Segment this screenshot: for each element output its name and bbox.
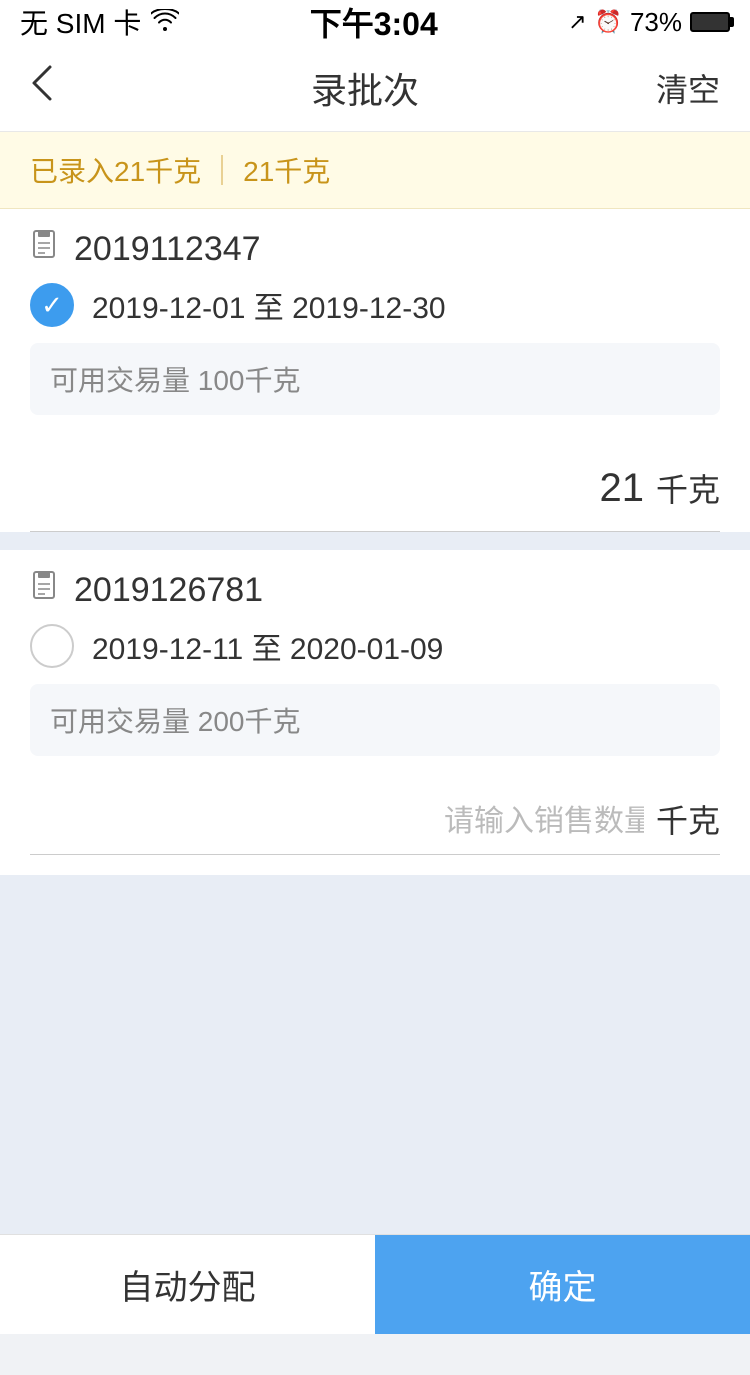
batch-1-quantity-box: 可用交易量 100千克	[30, 343, 720, 415]
battery-icon	[690, 12, 730, 32]
section-divider	[0, 532, 750, 550]
batch-1-doc-icon	[30, 229, 62, 269]
batch-1-date: 2019-12-01 至 2019-12-30	[92, 283, 446, 327]
input-row-2[interactable]: 千克	[30, 796, 720, 855]
time-display: 下午3:04	[310, 0, 438, 45]
batch-2-available-qty: 可用交易量 200千克	[50, 706, 301, 737]
info-banner: 已录入21千克 21千克	[0, 132, 750, 209]
banner-divider	[221, 155, 223, 185]
wifi-icon	[151, 6, 179, 38]
batch-2-id: 2019126781	[74, 571, 263, 610]
alarm-icon: ⏰	[595, 9, 622, 35]
total-amount-value: 21千克	[243, 150, 330, 190]
location-icon: ↗	[568, 9, 586, 35]
sales-quantity-input[interactable]	[444, 798, 644, 840]
batch-2-radio[interactable]	[30, 624, 74, 668]
status-left: 无 SIM 卡	[20, 2, 179, 42]
batch-item-1: 2019112347 ✓ 2019-12-01 至 2019-12-30 可用交…	[0, 209, 750, 532]
auto-distribute-button[interactable]: 自动分配	[0, 1235, 375, 1334]
batch-1-date-row[interactable]: ✓ 2019-12-01 至 2019-12-30	[30, 283, 720, 327]
batch-1-radio[interactable]: ✓	[30, 283, 74, 327]
amount-row-1: 21 千克	[30, 445, 720, 532]
batch-1-header: 2019112347	[30, 229, 720, 269]
batch-1-amount-unit: 千克	[656, 465, 720, 511]
check-icon: ✓	[41, 292, 63, 318]
confirm-label: 确定	[529, 1260, 597, 1309]
batch-2-quantity-box: 可用交易量 200千克	[30, 684, 720, 756]
empty-area	[0, 875, 750, 1275]
batch-item-2: 2019126781 2019-12-11 至 2020-01-09 可用交易量…	[0, 550, 750, 875]
batch-1-available-qty: 可用交易量 100千克	[50, 365, 301, 396]
batch-2-date: 2019-12-11 至 2020-01-09	[92, 624, 443, 668]
batch-1-amount-value: 21	[599, 466, 644, 511]
nav-bar: 录批次 清空	[0, 44, 750, 132]
back-button[interactable]	[30, 63, 90, 113]
carrier-text: 无 SIM 卡	[20, 2, 141, 42]
recorded-amount-label: 已录入21千克	[30, 150, 201, 190]
bottom-bar: 自动分配 确定	[0, 1234, 750, 1334]
amount-row-1-wrapper: 21 千克	[0, 445, 750, 532]
input-row-wrapper: 千克	[0, 786, 750, 875]
page-title: 录批次	[311, 62, 419, 114]
status-bar: 无 SIM 卡 下午3:04 ↗ ⏰ 73%	[0, 0, 750, 44]
input-unit-label: 千克	[656, 796, 720, 842]
batch-2-doc-icon	[30, 570, 62, 610]
confirm-button[interactable]: 确定	[375, 1235, 750, 1334]
status-right: ↗ ⏰ 73%	[568, 7, 730, 38]
batch-2-header: 2019126781	[30, 570, 720, 610]
batch-1-id: 2019112347	[74, 230, 261, 269]
clear-button[interactable]: 清空	[640, 65, 720, 111]
batch-2-date-row[interactable]: 2019-12-11 至 2020-01-09	[30, 624, 720, 668]
auto-distribute-label: 自动分配	[120, 1260, 256, 1309]
battery-text: 73%	[630, 7, 682, 38]
